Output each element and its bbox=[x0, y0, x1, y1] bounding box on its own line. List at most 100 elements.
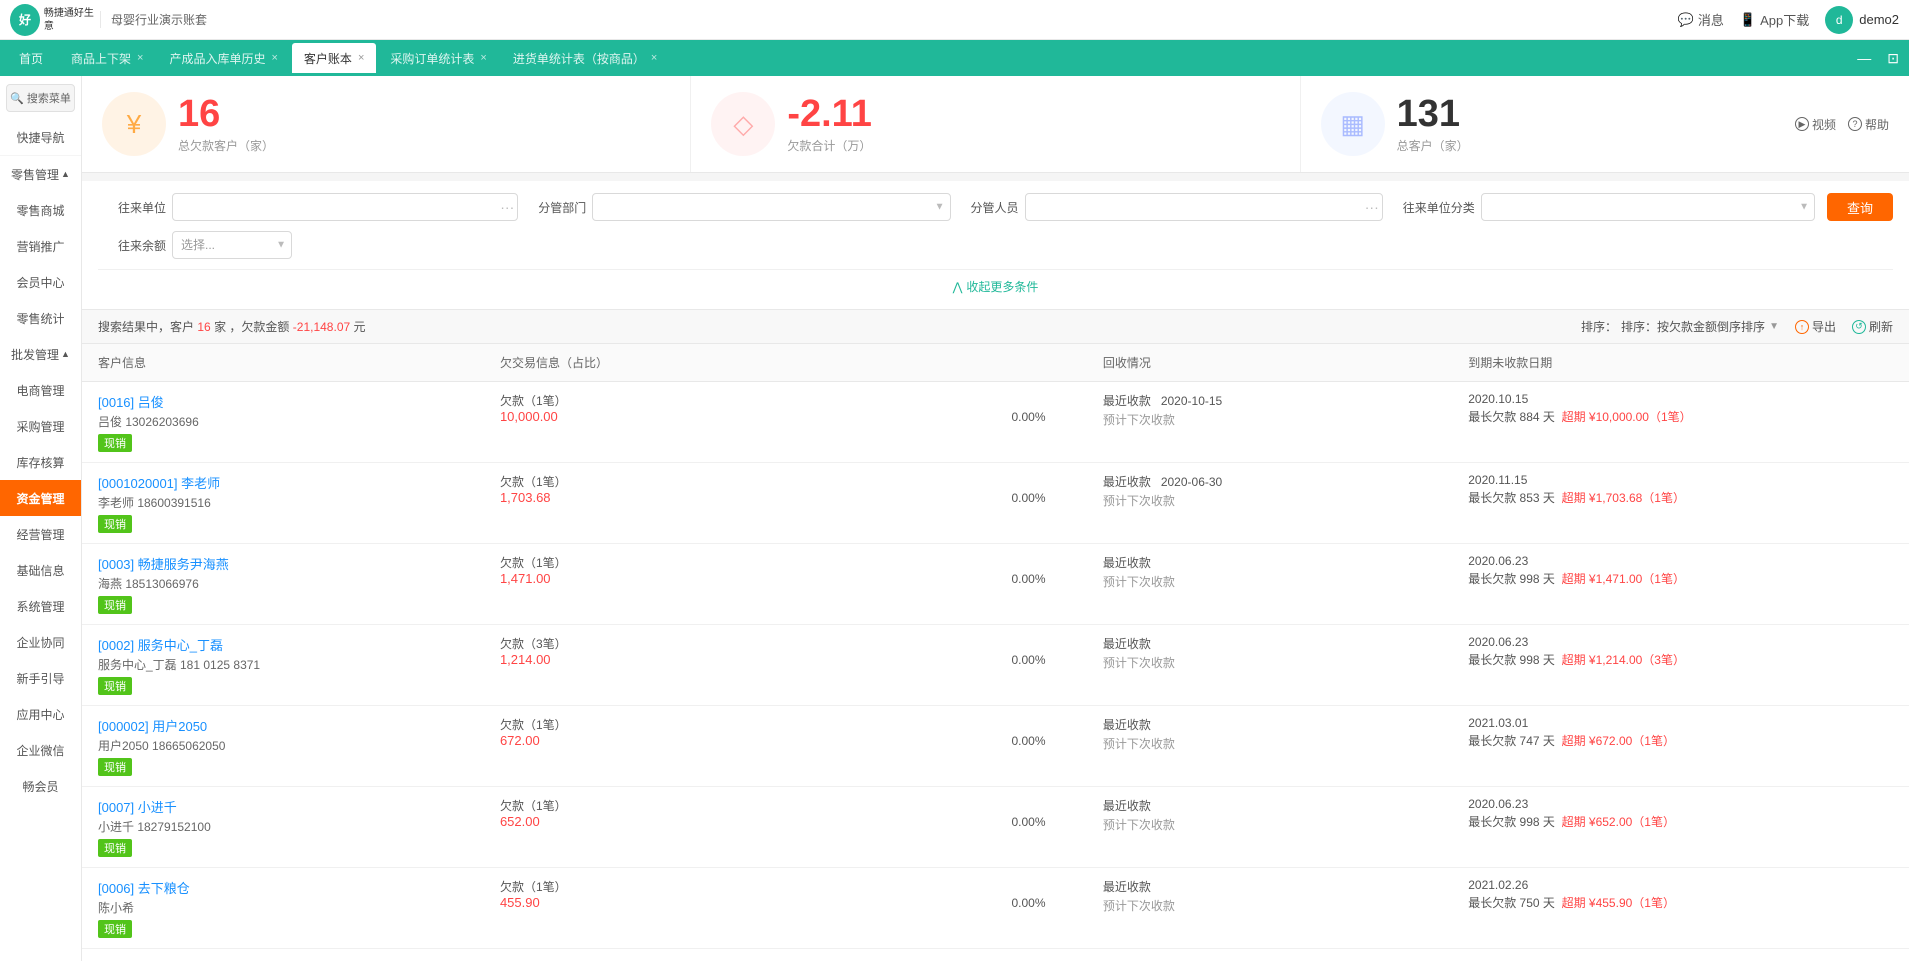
debt-amount[interactable]: 455.90 bbox=[500, 895, 980, 910]
sidebar-item-ecommerce[interactable]: 电商管理 bbox=[0, 372, 81, 408]
customer-name-link[interactable]: 去下粮仓 bbox=[138, 881, 190, 896]
person-dots-icon[interactable]: ··· bbox=[1365, 200, 1379, 214]
customer-name-link[interactable]: 畅捷服务尹海燕 bbox=[138, 557, 229, 572]
next-payment: 预计下次收款 bbox=[1103, 816, 1436, 833]
debt-info-cell: 欠款（1笔） 455.90 bbox=[484, 868, 996, 949]
overdue-link[interactable]: 超期 ¥652.00（1笔） bbox=[1562, 815, 1675, 829]
tab-close-incoming[interactable]: × bbox=[651, 52, 657, 64]
sidebar-item-retail-stats[interactable]: 零售统计 bbox=[0, 300, 81, 336]
balance-select[interactable]: 选择... bbox=[172, 231, 292, 259]
sidebar-item-batch-mgmt[interactable]: 批发管理▲ bbox=[0, 336, 81, 372]
last-payment: 最近收款 2020-10-15 bbox=[1103, 392, 1436, 409]
debt-amount[interactable]: 10,000.00 bbox=[500, 409, 980, 424]
logo-area: 好 畅捷通好生意 bbox=[10, 4, 100, 36]
person-label: 分管人员 bbox=[963, 199, 1019, 216]
sidebar-item-finance[interactable]: 资金管理 bbox=[0, 480, 81, 516]
tab-collapse-btn[interactable]: — bbox=[1851, 48, 1877, 69]
quick-nav-item[interactable]: 快捷导航 bbox=[0, 120, 81, 156]
debt-amount[interactable]: 1,214.00 bbox=[500, 652, 980, 667]
sidebar-search-btn[interactable]: 🔍 搜索菜单 bbox=[6, 84, 75, 112]
unit-category-input[interactable] bbox=[1481, 193, 1815, 221]
sidebar-item-retail-mgmt[interactable]: 零售管理▲ bbox=[0, 156, 81, 192]
message-btn[interactable]: 💬 消息 bbox=[1678, 10, 1724, 29]
tab-close-customer[interactable]: × bbox=[358, 52, 364, 64]
balance-filter: 往来余额 选择... ▼ bbox=[98, 231, 292, 259]
app-download-btn[interactable]: 📱 App下载 bbox=[1740, 10, 1809, 29]
collapse-btn[interactable]: ⋀ 收起更多条件 bbox=[98, 269, 1893, 297]
debt-info-cell: 欠款（1笔） 429.00 bbox=[484, 949, 996, 961]
dots-icon[interactable]: ··· bbox=[500, 200, 514, 214]
sidebar-item-marketing[interactable]: 营销推广 bbox=[0, 228, 81, 264]
tab-close-products[interactable]: × bbox=[137, 52, 143, 64]
sidebar-item-wechat[interactable]: 企业微信 bbox=[0, 732, 81, 768]
tab-customer[interactable]: 客户账本 × bbox=[292, 43, 376, 73]
user-area[interactable]: d demo2 bbox=[1825, 6, 1899, 34]
sidebar: 🔍 搜索菜单 快捷导航 零售管理▲ 零售商城 营销推广 会员中心 零售统计 批发… bbox=[0, 76, 82, 961]
debt-pct-cell: 0.00% bbox=[995, 382, 1086, 463]
tab-purchase[interactable]: 采购订单统计表 × bbox=[378, 43, 498, 73]
sort-dropdown-icon: ▼ bbox=[1769, 321, 1779, 332]
customer-name-link[interactable]: 吕俊 bbox=[138, 395, 164, 410]
tab-production[interactable]: 产成品入库单历史 × bbox=[157, 43, 289, 73]
tab-expand-btn[interactable]: ⊡ bbox=[1881, 48, 1905, 69]
sidebar-item-enterprise[interactable]: 企业协同 bbox=[0, 624, 81, 660]
search-button[interactable]: 查询 bbox=[1827, 193, 1893, 221]
customer-info-cell: [0007] 小进千 小进千 18279152100 现销 bbox=[82, 787, 484, 868]
sidebar-item-retail-shop[interactable]: 零售商城 bbox=[0, 192, 81, 228]
overdue-link[interactable]: 超期 ¥455.90（1笔） bbox=[1562, 896, 1675, 910]
overdue-link[interactable]: 超期 ¥10,000.00（1笔） bbox=[1562, 410, 1692, 424]
unit-category-filter: 往来单位分类 ▼ bbox=[1395, 193, 1815, 221]
tab-products[interactable]: 商品上下架 × bbox=[59, 43, 155, 73]
due-date: 2021.02.26 bbox=[1468, 878, 1893, 892]
customer-code: [0001020001] bbox=[98, 476, 178, 491]
last-payment: 最近收款 2020-06-30 bbox=[1103, 473, 1436, 490]
debt-amount[interactable]: 1,703.68 bbox=[500, 490, 980, 505]
customer-info-cell: [0002] 服务中心_丁磊 服务中心_丁磊 181 0125 8371 现销 bbox=[82, 625, 484, 706]
refresh-btn[interactable]: ↺ 刷新 bbox=[1852, 318, 1893, 335]
person-filter: 分管人员 ··· bbox=[963, 193, 1383, 221]
customer-name-link[interactable]: 李老师 bbox=[181, 476, 220, 491]
table-row: [000002] 用户2050 用户2050 18665062050 现销 欠款… bbox=[82, 706, 1909, 787]
recovery-cell: 最近收款 2020-10-15 预计下次收款 bbox=[1087, 382, 1452, 463]
overdue-link[interactable]: 超期 ¥672.00（1笔） bbox=[1562, 734, 1675, 748]
customer-name-link[interactable]: 服务中心_丁磊 bbox=[138, 638, 223, 653]
customer-info-cell: [0001020001] 李老师 李老师 18600391516 现销 bbox=[82, 463, 484, 544]
debt-amount[interactable]: 672.00 bbox=[500, 733, 980, 748]
sidebar-item-basic[interactable]: 基础信息 bbox=[0, 552, 81, 588]
person-input[interactable] bbox=[1025, 193, 1383, 221]
sidebar-item-app-center[interactable]: 应用中心 bbox=[0, 696, 81, 732]
overdue-link[interactable]: 超期 ¥1,471.00（1笔） bbox=[1562, 572, 1685, 586]
tab-close-production[interactable]: × bbox=[271, 52, 277, 64]
sidebar-item-inventory[interactable]: 库存核算 bbox=[0, 444, 81, 480]
customer-name-link[interactable]: 用户2050 bbox=[152, 719, 207, 734]
customer-name-link[interactable]: 小进千 bbox=[138, 800, 177, 815]
customer-code: [0002] bbox=[98, 638, 134, 653]
sidebar-item-operation[interactable]: 经营管理 bbox=[0, 516, 81, 552]
sidebar-item-purchase[interactable]: 采购管理 bbox=[0, 408, 81, 444]
customer-contact: 李老师 18600391516 bbox=[98, 494, 468, 511]
debt-amount[interactable]: 1,471.00 bbox=[500, 571, 980, 586]
data-table: 客户信息 欠交易信息（占比） 回收情况 到期未收款日期 [0016] 吕俊 吕俊… bbox=[82, 344, 1909, 961]
tab-home[interactable]: 首页 bbox=[5, 43, 57, 73]
overdue-link[interactable]: 超期 ¥1,703.68（1笔） bbox=[1562, 491, 1685, 505]
table-row: [0016] 吕俊 吕俊 13026203696 现销 欠款（1笔） 10,00… bbox=[82, 382, 1909, 463]
due-date-cell: 2020.06.23 最长欠款 998 天 超期 ¥1,471.00（1笔） bbox=[1452, 544, 1909, 625]
export-btn[interactable]: ↑ 导出 bbox=[1795, 318, 1836, 335]
tab-incoming[interactable]: 进货单统计表（按商品） × bbox=[501, 43, 669, 73]
last-payment: 最近收款 bbox=[1103, 797, 1436, 814]
debt-count: 欠款（1笔） bbox=[500, 473, 980, 490]
debt-amount[interactable]: 652.00 bbox=[500, 814, 980, 829]
sidebar-item-guide[interactable]: 新手引导 bbox=[0, 660, 81, 696]
sidebar-item-system[interactable]: 系统管理 bbox=[0, 588, 81, 624]
sidebar-item-member[interactable]: 会员中心 bbox=[0, 264, 81, 300]
debt-count: 欠款（1笔） bbox=[500, 878, 980, 895]
overdue-link[interactable]: 超期 ¥1,214.00（3笔） bbox=[1562, 653, 1685, 667]
video-btn[interactable]: ▶ 视频 bbox=[1795, 116, 1836, 133]
help-btn[interactable]: ? 帮助 bbox=[1848, 116, 1889, 133]
recovery-cell: 最近收款 预计下次收款 bbox=[1087, 625, 1452, 706]
sidebar-item-vip[interactable]: 畅会员 bbox=[0, 768, 81, 804]
dept-input[interactable] bbox=[592, 193, 950, 221]
app-name: 畅捷通好生意 bbox=[44, 7, 100, 33]
tab-close-purchase[interactable]: × bbox=[480, 52, 486, 64]
source-unit-input[interactable] bbox=[172, 193, 518, 221]
